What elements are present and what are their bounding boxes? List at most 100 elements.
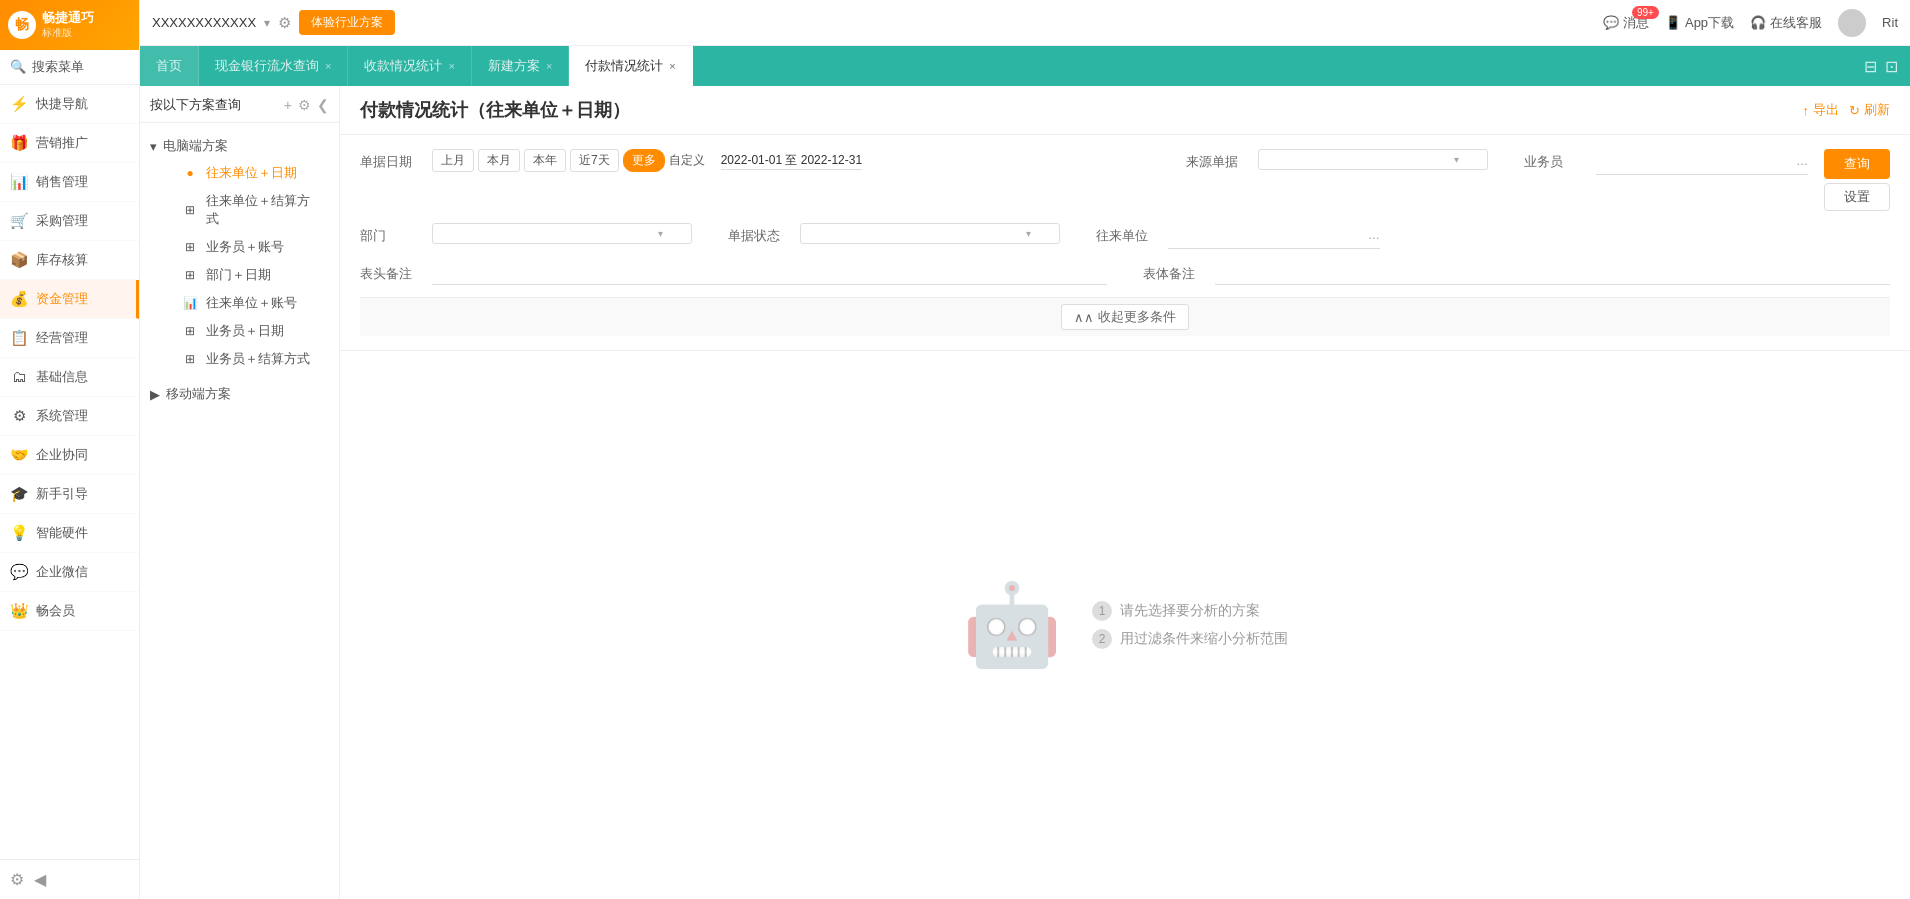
scheme-desktop-group-title[interactable]: ▾ 电脑端方案 [150, 133, 329, 159]
sidebar-item-sales[interactable]: 📊 销售管理 [0, 163, 139, 202]
scheme-item-label: 往来单位＋日期 [206, 164, 297, 182]
bill-status-select[interactable]: ▾ [800, 223, 1060, 244]
scheme-add-icon[interactable]: + [284, 97, 292, 113]
sidebar-footer: ⚙ ◀ [0, 859, 139, 899]
scheme-item-partner-account-icon: 📊 [182, 295, 198, 311]
scheme-collapse-icon[interactable]: ❮ [317, 97, 329, 113]
staff-input-wrapper: … [1596, 149, 1808, 175]
scheme-item-label: 业务员＋日期 [206, 322, 284, 340]
sidebar-settings-icon[interactable]: ⚙ [10, 870, 24, 889]
finance-icon: 💰 [10, 290, 28, 308]
settings-button[interactable]: 设置 [1824, 183, 1890, 211]
service-label: 在线客服 [1770, 14, 1822, 32]
sidebar-label: 新手引导 [36, 485, 88, 503]
sidebar-item-wechat[interactable]: 💬 企业微信 [0, 553, 139, 592]
company-arrow-icon[interactable]: ▾ [264, 16, 270, 30]
tab-maximize-icon[interactable]: ⊡ [1885, 57, 1898, 76]
app-download-button[interactable]: 📱 App下载 [1665, 14, 1734, 32]
scheme-item-partner-settle-icon: ⊞ [182, 202, 198, 218]
topbar-gear-icon[interactable]: ⚙ [278, 14, 291, 32]
sidebar-item-basic[interactable]: 🗂 基础信息 [0, 358, 139, 397]
sidebar-item-guide[interactable]: 🎓 新手引导 [0, 475, 139, 514]
sidebar-item-purchase[interactable]: 🛒 采购管理 [0, 202, 139, 241]
empty-state: 🤖 1 请先选择要分析的方案 2 用过滤条件来缩小分析范围 [340, 351, 1910, 899]
header-remark-wrapper [432, 261, 1107, 285]
collapse-bar: ∧∧ 收起更多条件 [360, 297, 1890, 336]
date-btn-last-month[interactable]: 上月 [432, 149, 474, 172]
scheme-item-dept-date[interactable]: ⊞ 部门＋日期 [160, 261, 329, 289]
scheme-item-staff-date-icon: ⊞ [182, 323, 198, 339]
tab-receivable[interactable]: 收款情况统计 × [348, 46, 471, 86]
sidebar-label: 系统管理 [36, 407, 88, 425]
scheme-item-partner-settle[interactable]: ⊞ 往来单位＋结算方式 [160, 187, 329, 233]
partner-ellipsis-btn[interactable]: … [1368, 228, 1380, 242]
bill-status-arrow-icon: ▾ [1026, 228, 1031, 239]
sidebar-label: 快捷导航 [36, 95, 88, 113]
tab-new-scheme[interactable]: 新建方案 × [472, 46, 569, 86]
staff-ellipsis-btn[interactable]: … [1796, 154, 1808, 168]
export-button[interactable]: ↑ 导出 [1803, 101, 1840, 119]
notification-icon: 💬 [1603, 15, 1619, 30]
sidebar-item-hardware[interactable]: 💡 智能硬件 [0, 514, 139, 553]
header-remark-label: 表头备注 [360, 261, 416, 283]
topbar: XXXXXXXXXXXX ▾ ⚙ 体验行业方案 💬 消息 99+ 📱 App下载… [140, 0, 1910, 46]
trial-button[interactable]: 体验行业方案 [299, 10, 395, 35]
sidebar-collapse-icon[interactable]: ◀ [34, 870, 46, 889]
staff-input[interactable] [1596, 149, 1796, 172]
quick-nav-icon: ⚡ [10, 95, 28, 113]
tab-new-scheme-close[interactable]: × [546, 60, 552, 72]
date-btn-more[interactable]: 更多 [623, 149, 665, 172]
tab-bank-flow[interactable]: 现金银行流水查询 × [199, 46, 348, 86]
date-custom-label[interactable]: 自定义 [669, 152, 705, 169]
corp-icon: 🤝 [10, 446, 28, 464]
sidebar-item-marketing[interactable]: 🎁 营销推广 [0, 124, 139, 163]
purchase-icon: 🛒 [10, 212, 28, 230]
scheme-panel: 按以下方案查询 + ⚙ ❮ ▾ 电脑端方案 ● 往来单位＋日期 [140, 86, 340, 899]
sidebar-item-corp[interactable]: 🤝 企业协同 [0, 436, 139, 475]
empty-tips: 1 请先选择要分析的方案 2 用过滤条件来缩小分析范围 [1092, 601, 1288, 649]
partner-label: 往来单位 [1096, 223, 1152, 245]
tab-minimize-icon[interactable]: ⊟ [1864, 57, 1877, 76]
partner-input[interactable] [1168, 223, 1368, 246]
dept-select-arrow-icon: ▾ [658, 228, 663, 239]
collapse-button[interactable]: ∧∧ 收起更多条件 [1061, 304, 1189, 330]
header-remark-input[interactable] [432, 261, 1107, 284]
date-btn-this-year[interactable]: 本年 [524, 149, 566, 172]
source-label: 来源单据 [1186, 149, 1242, 171]
dept-select[interactable]: ▾ [432, 223, 692, 244]
sidebar-item-inventory[interactable]: 📦 库存核算 [0, 241, 139, 280]
tab-bar: 首页 现金银行流水查询 × 收款情况统计 × 新建方案 × 付款情况统计 × ⊟… [140, 46, 1910, 86]
notification-button[interactable]: 💬 消息 99+ [1603, 14, 1649, 32]
sidebar: 畅 畅捷通巧 标准版 🔍 搜索菜单 ⚡ 快捷导航 🎁 营销推广 📊 销售管理 🛒… [0, 0, 140, 899]
scheme-mobile-group-title[interactable]: ▶ 移动端方案 [150, 381, 329, 407]
body-remark-input[interactable] [1215, 261, 1890, 284]
date-btn-this-month[interactable]: 本月 [478, 149, 520, 172]
sidebar-item-system[interactable]: ⚙ 系统管理 [0, 397, 139, 436]
bill-status-label: 单据状态 [728, 223, 784, 245]
search-menu[interactable]: 🔍 搜索菜单 [0, 50, 139, 85]
service-icon: 🎧 [1750, 15, 1766, 30]
tab-payment-stat[interactable]: 付款情况统计 × [569, 46, 692, 86]
source-select[interactable]: ▾ [1258, 149, 1488, 170]
scheme-settings-icon[interactable]: ⚙ [298, 97, 311, 113]
sidebar-item-member[interactable]: 👑 畅会员 [0, 592, 139, 631]
sidebar-label: 企业微信 [36, 563, 88, 581]
tab-payment-stat-close[interactable]: × [669, 60, 675, 72]
scheme-item-staff-settle[interactable]: ⊞ 业务员＋结算方式 [160, 345, 329, 373]
online-service-button[interactable]: 🎧 在线客服 [1750, 14, 1822, 32]
scheme-item-partner-account[interactable]: 📊 往来单位＋账号 [160, 289, 329, 317]
scheme-item-partner-date[interactable]: ● 往来单位＋日期 [160, 159, 329, 187]
date-btn-last-7days[interactable]: 近7天 [570, 149, 619, 172]
query-button[interactable]: 查询 [1824, 149, 1890, 179]
refresh-button[interactable]: ↻ 刷新 [1849, 101, 1890, 119]
scheme-item-staff-account[interactable]: ⊞ 业务员＋账号 [160, 233, 329, 261]
tab-bank-flow-close[interactable]: × [325, 60, 331, 72]
sidebar-item-finance[interactable]: 💰 资金管理 [0, 280, 139, 319]
sidebar-item-quick-nav[interactable]: ⚡ 快捷导航 [0, 85, 139, 124]
sidebar-item-operation[interactable]: 📋 经营管理 [0, 319, 139, 358]
scheme-item-staff-date[interactable]: ⊞ 业务员＋日期 [160, 317, 329, 345]
tab-receivable-close[interactable]: × [448, 60, 454, 72]
tab-home[interactable]: 首页 [140, 46, 199, 86]
collapse-label: 收起更多条件 [1098, 308, 1176, 326]
user-avatar[interactable] [1838, 9, 1866, 37]
